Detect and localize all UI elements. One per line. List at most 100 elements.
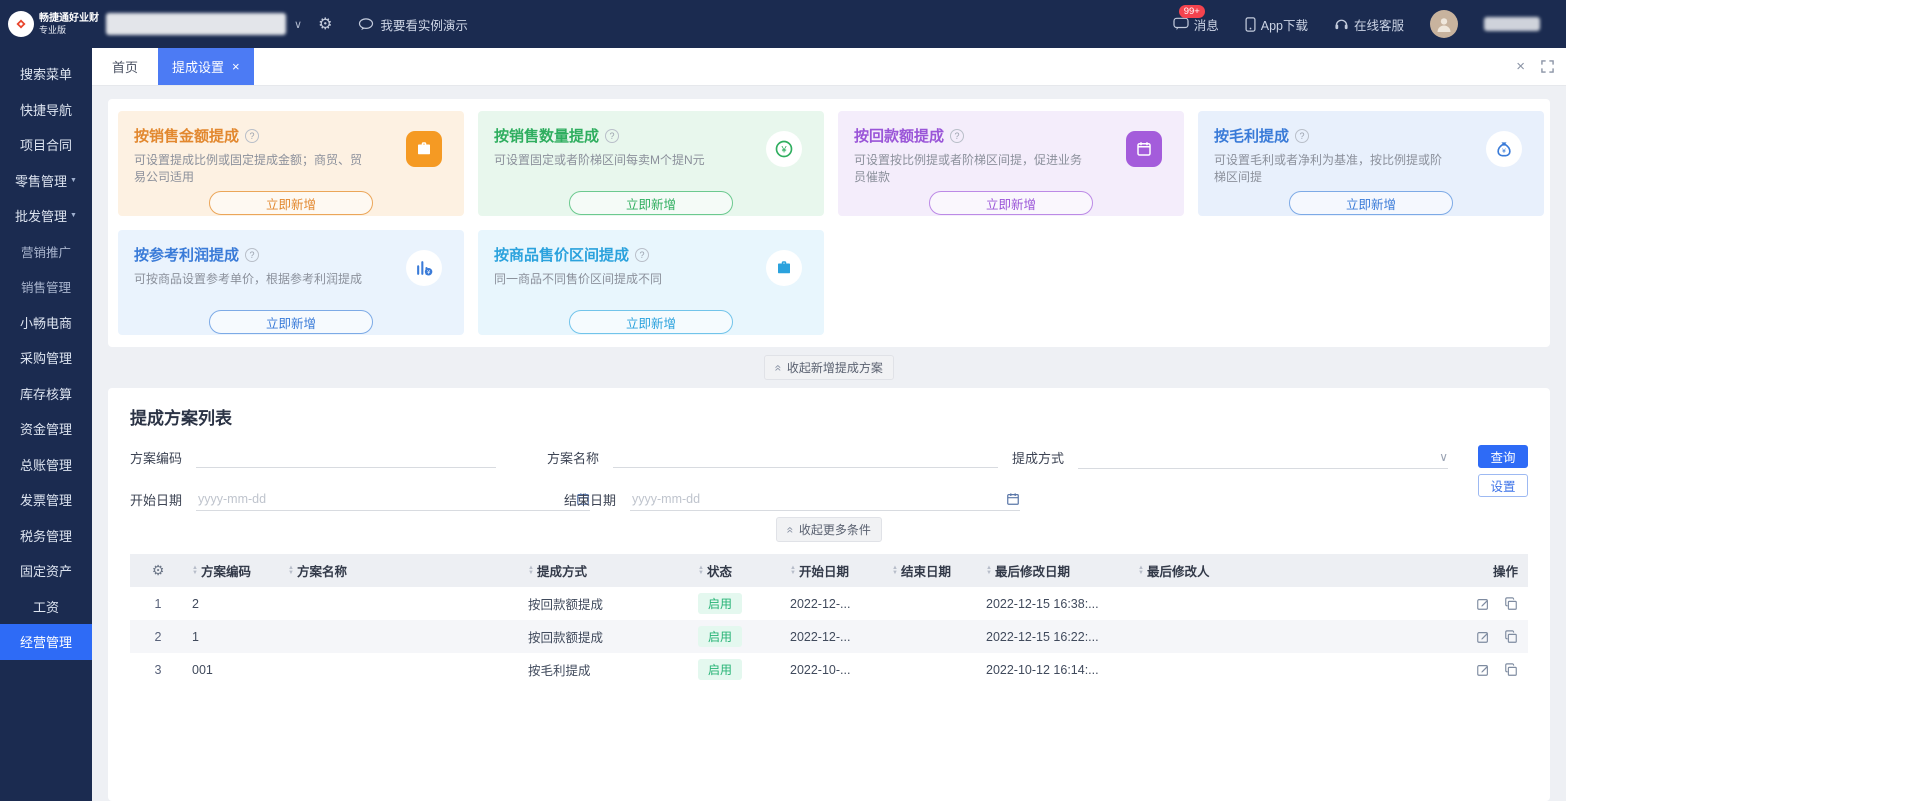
- sidebar-item-general-ledger[interactable]: 总账管理: [0, 447, 92, 483]
- start-date-picker[interactable]: [196, 487, 590, 511]
- collapse-more-filters-button[interactable]: « 收起更多条件: [776, 517, 882, 542]
- collapse-new-plans-button[interactable]: « 收起新增提成方案: [764, 355, 894, 380]
- card-reference-profit: 按参考利润提成 ? 可按商品设置参考单价，根据参考利润提成 立即新增 ¥: [118, 230, 464, 335]
- plan-name-input[interactable]: [612, 446, 998, 468]
- col-header-modified[interactable]: 最后修改日期: [995, 561, 1070, 580]
- close-all-icon[interactable]: ×: [1516, 58, 1525, 75]
- sidebar-item-wholesale[interactable]: 批发管理 ▼: [0, 198, 92, 234]
- help-icon[interactable]: ?: [245, 128, 260, 143]
- edit-icon[interactable]: [1476, 597, 1490, 611]
- tab-commission-settings[interactable]: 提成设置 ×: [158, 48, 254, 85]
- add-now-button[interactable]: 立即新增: [569, 310, 733, 334]
- col-header-end[interactable]: 结束日期: [901, 561, 951, 580]
- table-row[interactable]: 1 2 按回款额提成 启用 2022-12-... 2022-12-15 16:…: [130, 587, 1528, 620]
- sidebar-item-label: 营销推广: [20, 245, 71, 260]
- fullscreen-icon[interactable]: [1541, 60, 1554, 73]
- gear-icon[interactable]: ⚙: [318, 14, 332, 34]
- speech-bubble-icon: [358, 17, 374, 31]
- online-support-button[interactable]: 在线客服: [1334, 15, 1404, 34]
- sidebar-item-sales[interactable]: 销售管理: [0, 269, 92, 305]
- filter-buttons: 查询 设置: [1478, 445, 1528, 497]
- sort-icon[interactable]: [986, 566, 992, 575]
- app-download-button[interactable]: App下载: [1245, 15, 1308, 34]
- add-now-button[interactable]: 立即新增: [209, 310, 373, 334]
- col-header-start[interactable]: 开始日期: [799, 561, 849, 580]
- sort-icon[interactable]: [1138, 566, 1144, 575]
- col-header-name[interactable]: 方案名称: [297, 561, 347, 580]
- help-icon[interactable]: ?: [605, 128, 620, 143]
- search-button[interactable]: 查询: [1478, 445, 1528, 468]
- col-header-code[interactable]: 方案编码: [201, 561, 251, 580]
- add-now-button[interactable]: 立即新增: [569, 191, 733, 215]
- edit-icon[interactable]: [1476, 630, 1490, 644]
- copy-icon[interactable]: [1504, 662, 1518, 677]
- chevrons-up-icon: «: [783, 526, 798, 533]
- sidebar-item-quick-nav[interactable]: 快捷导航: [0, 92, 92, 128]
- sidebar-item-funds[interactable]: 资金管理: [0, 411, 92, 447]
- card-description: 可设置按比例提或者阶梯区间提，促进业务员催款: [854, 153, 1083, 185]
- start-date-input[interactable]: [196, 487, 576, 510]
- sidebar-item-retail[interactable]: 零售管理 ▼: [0, 163, 92, 199]
- sidebar-item-purchase[interactable]: 采购管理: [0, 340, 92, 376]
- tab-label: 首页: [112, 60, 139, 75]
- end-date-picker[interactable]: [630, 487, 1021, 511]
- col-header-modifier[interactable]: 最后修改人: [1147, 561, 1210, 580]
- org-selector[interactable]: ∨: [106, 13, 302, 35]
- table-row[interactable]: 2 1 按回款额提成 启用 2022-12-... 2022-12-15 16:…: [130, 620, 1528, 653]
- phone-icon: [1245, 16, 1256, 32]
- sidebar-item-label: 项目合同: [19, 138, 72, 154]
- messages-badge: 99+: [1178, 4, 1205, 18]
- cell-code: 2: [192, 596, 199, 611]
- sidebar-item-tax[interactable]: 税务管理: [0, 518, 92, 554]
- sidebar-item-label: 库存核算: [19, 386, 72, 402]
- tab-close-icon[interactable]: ×: [232, 59, 240, 74]
- sort-icon[interactable]: [528, 566, 534, 575]
- help-icon[interactable]: ?: [1295, 128, 1310, 143]
- sidebar-item-business-mgmt[interactable]: 经营管理: [0, 624, 92, 660]
- end-date-input[interactable]: [630, 487, 1007, 510]
- sidebar-item-payroll[interactable]: 工资: [0, 589, 92, 625]
- sidebar-item-project-contract[interactable]: 项目合同: [0, 127, 92, 163]
- copy-icon[interactable]: [1504, 629, 1518, 644]
- coin-icon: ¥: [766, 131, 802, 167]
- svg-text:¥: ¥: [780, 144, 787, 154]
- col-header-status[interactable]: 状态: [707, 561, 732, 580]
- sidebar-item-inventory[interactable]: 库存核算: [0, 376, 92, 412]
- help-icon[interactable]: ?: [950, 128, 965, 143]
- username-redacted[interactable]: [1484, 17, 1540, 31]
- chevron-down-icon[interactable]: ∨: [1439, 450, 1448, 464]
- sidebar-item-marketing[interactable]: 营销推广: [0, 234, 92, 270]
- settings-button[interactable]: 设置: [1478, 474, 1528, 497]
- sidebar-item-ecommerce[interactable]: 小畅电商: [0, 305, 92, 341]
- add-now-button[interactable]: 立即新增: [209, 191, 373, 215]
- help-icon[interactable]: ?: [245, 247, 260, 262]
- sidebar-item-label: 快捷导航: [19, 102, 72, 118]
- sort-icon[interactable]: [288, 566, 294, 575]
- sort-icon[interactable]: [790, 566, 796, 575]
- chevron-down-icon[interactable]: ∨: [294, 18, 302, 31]
- commission-method-value[interactable]: [1078, 445, 1440, 468]
- brand-logo-icon: [8, 11, 34, 37]
- sidebar-item-fixed-assets[interactable]: 固定资产: [0, 553, 92, 589]
- avatar[interactable]: [1430, 10, 1458, 38]
- plan-code-input[interactable]: [196, 446, 497, 468]
- messages-button[interactable]: 99+ 消息: [1173, 4, 1219, 34]
- column-settings-icon[interactable]: ⚙: [152, 562, 165, 578]
- top-bar: 畅捷通好业财 专业版 ∨ ⚙ 我要看实例演示 99+ 消息 App下载 在线客服: [0, 0, 1566, 48]
- sidebar-item-invoice[interactable]: 发票管理: [0, 482, 92, 518]
- edit-icon[interactable]: [1476, 663, 1490, 677]
- tab-home[interactable]: 首页: [92, 48, 158, 85]
- sidebar-item-search-menu[interactable]: 搜索菜单: [0, 56, 92, 92]
- add-now-button[interactable]: 立即新增: [1289, 191, 1453, 215]
- commission-method-select[interactable]: ∨: [1078, 445, 1448, 469]
- copy-icon[interactable]: [1504, 596, 1518, 611]
- add-now-button[interactable]: 立即新增: [929, 191, 1093, 215]
- sort-icon[interactable]: [192, 566, 198, 575]
- help-icon[interactable]: ?: [635, 247, 650, 262]
- table-row[interactable]: 3 001 按毛利提成 启用 2022-10-... 2022-10-12 16…: [130, 653, 1528, 686]
- col-header-method[interactable]: 提成方式: [537, 561, 587, 580]
- demo-link[interactable]: 我要看实例演示: [358, 15, 468, 34]
- sort-icon[interactable]: [698, 566, 704, 575]
- calendar-icon[interactable]: [1006, 492, 1020, 506]
- sort-icon[interactable]: [892, 566, 898, 575]
